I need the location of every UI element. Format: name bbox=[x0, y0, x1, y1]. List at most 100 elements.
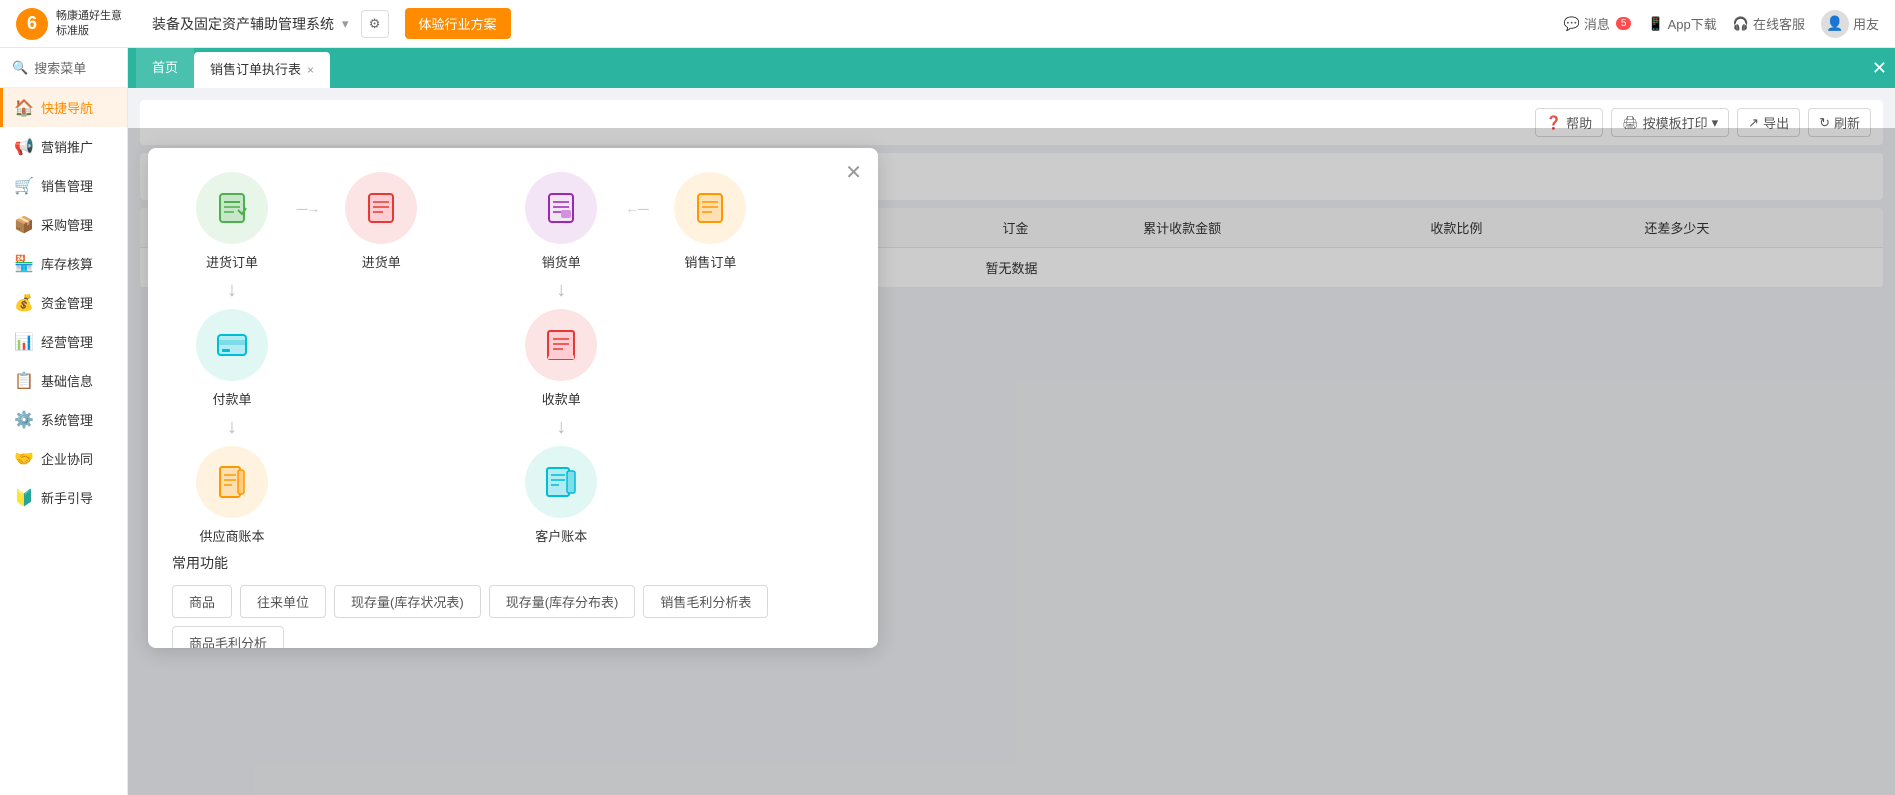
flow-receipt[interactable]: 收款单 bbox=[501, 309, 621, 408]
top-bar: 6 畅康通好生意 标准版 装备及固定资产辅助管理系统 ▾ ⚙ 体验行业方案 💬 … bbox=[0, 0, 1895, 48]
tab-bar: 首页 销售订单执行表 × ✕ bbox=[128, 48, 1895, 88]
sales-bill-icon bbox=[525, 172, 597, 244]
sidebar-item-operations[interactable]: 📊 经营管理 bbox=[0, 322, 127, 361]
tab-home[interactable]: 首页 bbox=[136, 48, 194, 88]
flow-supplier-ledger[interactable]: 供应商账本 bbox=[172, 446, 292, 545]
sales-order-label: 销售订单 bbox=[684, 252, 736, 271]
user-group[interactable]: 👤 用友 bbox=[1821, 10, 1879, 38]
settings-icon-btn[interactable]: ⚙ bbox=[361, 10, 389, 38]
system-title-section: 装备及固定资产辅助管理系统 ▾ ⚙ 体验行业方案 bbox=[152, 8, 511, 39]
receipt-label: 收款单 bbox=[542, 389, 581, 408]
logo-section: 6 畅康通好生意 标准版 bbox=[16, 8, 144, 40]
sales-order-icon bbox=[674, 172, 746, 244]
system-title: 装备及固定资产辅助管理系统 bbox=[152, 14, 334, 34]
app-download-label: App下载 bbox=[1668, 14, 1717, 33]
page-content: ❓ 帮助 🖨 按模板打印 ▾ ↗ 导出 ↻ bbox=[128, 88, 1895, 795]
modal-dialog: ✕ 进货订单 bbox=[148, 148, 878, 648]
tab-close-icon[interactable]: × bbox=[307, 52, 314, 88]
right-flow: 销售订单 bbox=[650, 172, 770, 271]
sidebar-label-sales: 销售管理 bbox=[41, 176, 93, 195]
message-label: 消息 bbox=[1584, 14, 1610, 33]
sidebar: 🔍 搜索菜单 🏠 快捷导航 📢 营销推广 🛒 销售管理 📦 采购管理 🏪 bbox=[0, 48, 128, 795]
sales-bill-label: 销货单 bbox=[542, 252, 581, 271]
sidebar-label-finance: 资金管理 bbox=[41, 293, 93, 312]
operations-icon: 📊 bbox=[15, 333, 33, 351]
online-service-group[interactable]: 🎧 在线客服 bbox=[1733, 14, 1805, 33]
flow-customer-ledger[interactable]: 客户账本 bbox=[501, 446, 621, 545]
newbie-icon: 🔰 bbox=[15, 489, 33, 507]
sidebar-label-basic: 基础信息 bbox=[41, 371, 93, 390]
purchase-bill-icon bbox=[345, 172, 417, 244]
enterprise-icon: 🤝 bbox=[15, 450, 33, 468]
left-flow: 进货订单 ↓ 付款单 bbox=[172, 172, 292, 545]
trial-button[interactable]: 体验行业方案 bbox=[405, 8, 511, 39]
payment-label: 付款单 bbox=[212, 389, 251, 408]
payment-icon bbox=[196, 309, 268, 381]
customer-ledger-label: 客户账本 bbox=[535, 526, 587, 545]
sidebar-label-quick-nav: 快捷导航 bbox=[41, 98, 93, 117]
purchase-icon: 📦 bbox=[15, 216, 33, 234]
system-icon: ⚙️ bbox=[15, 411, 33, 429]
common-functions: 常用功能 商品 往来单位 现存量(库存状况表) 现存量(库存分布表) 销售毛利分… bbox=[172, 553, 854, 648]
marketing-icon: 📢 bbox=[15, 138, 33, 156]
func-btn-product[interactable]: 商品 bbox=[172, 585, 232, 618]
sidebar-item-sales[interactable]: 🛒 销售管理 bbox=[0, 166, 127, 205]
sidebar-item-system[interactable]: ⚙️ 系统管理 bbox=[0, 400, 127, 439]
message-icon: 💬 bbox=[1564, 16, 1580, 32]
sidebar-label-system: 系统管理 bbox=[41, 410, 93, 429]
sidebar-label-operations: 经营管理 bbox=[41, 332, 93, 351]
message-badge: 5 bbox=[1616, 17, 1632, 30]
search-icon: 🔍 bbox=[12, 60, 28, 76]
active-tab-label: 销售订单执行表 bbox=[210, 52, 301, 88]
arrow-h-2-wrap: ← - - - - bbox=[621, 172, 650, 240]
sidebar-item-quick-nav[interactable]: 🏠 快捷导航 bbox=[0, 88, 127, 127]
func-btn-stock-status[interactable]: 现存量(库存状况表) bbox=[334, 585, 481, 618]
flow-purchase-bill[interactable]: 进货单 bbox=[321, 172, 441, 271]
func-btn-stock-dist[interactable]: 现存量(库存分布表) bbox=[489, 585, 636, 618]
mid-right-flow: 销货单 ↓ 收款单 ↓ bbox=[501, 172, 621, 545]
sidebar-item-enterprise[interactable]: 🤝 企业协同 bbox=[0, 439, 127, 478]
sidebar-label-marketing: 营销推广 bbox=[41, 137, 93, 156]
arrow-v-1: ↓ bbox=[196, 275, 268, 305]
sidebar-search[interactable]: 🔍 搜索菜单 bbox=[0, 48, 127, 88]
modal-overlay[interactable]: ✕ 进货订单 bbox=[128, 128, 1895, 795]
flow-purchase-order[interactable]: 进货订单 bbox=[172, 172, 292, 271]
arrow-v-4: ↓ bbox=[525, 412, 597, 442]
search-label: 搜索菜单 bbox=[34, 58, 86, 77]
sidebar-item-basic[interactable]: 📋 基础信息 bbox=[0, 361, 127, 400]
arrow-h-1-wrap: - - - - → bbox=[292, 172, 321, 240]
sidebar-item-purchase[interactable]: 📦 采购管理 bbox=[0, 205, 127, 244]
func-btn-product-profit[interactable]: 商品毛利分析 bbox=[172, 626, 284, 648]
message-group[interactable]: 💬 消息 5 bbox=[1564, 14, 1632, 33]
sidebar-label-enterprise: 企业协同 bbox=[41, 449, 93, 468]
tab-sales-execution[interactable]: 销售订单执行表 × bbox=[194, 52, 330, 88]
app-wrapper: 6 畅康通好生意 标准版 装备及固定资产辅助管理系统 ▾ ⚙ 体验行业方案 💬 … bbox=[0, 0, 1895, 795]
tab-bar-close-icon[interactable]: ✕ bbox=[1872, 58, 1887, 79]
online-service-label: 在线客服 bbox=[1753, 14, 1805, 33]
supplier-ledger-label: 供应商账本 bbox=[199, 526, 264, 545]
sidebar-item-finance[interactable]: 💰 资金管理 bbox=[0, 283, 127, 322]
arrow-h-2: ← - - - - bbox=[621, 200, 650, 216]
customer-ledger-icon bbox=[525, 446, 597, 518]
supplier-ledger-icon bbox=[196, 446, 268, 518]
main-area: 🔍 搜索菜单 🏠 快捷导航 📢 营销推广 🛒 销售管理 📦 采购管理 🏪 bbox=[0, 48, 1895, 795]
func-btn-partner[interactable]: 往来单位 bbox=[240, 585, 326, 618]
flow-sales-bill[interactable]: 销货单 bbox=[501, 172, 621, 271]
sales-icon: 🛒 bbox=[15, 177, 33, 195]
inventory-icon: 🏪 bbox=[15, 255, 33, 273]
sidebar-label-inventory: 库存核算 bbox=[41, 254, 93, 273]
logo-icon: 6 bbox=[16, 8, 48, 40]
sidebar-item-newbie[interactable]: 🔰 新手引导 bbox=[0, 478, 127, 517]
sidebar-item-marketing[interactable]: 📢 营销推广 bbox=[0, 127, 127, 166]
sidebar-item-inventory[interactable]: 🏪 库存核算 bbox=[0, 244, 127, 283]
sidebar-label-purchase: 采购管理 bbox=[41, 215, 93, 234]
flow-payment[interactable]: 付款单 bbox=[172, 309, 292, 408]
avatar: 👤 bbox=[1821, 10, 1849, 38]
modal-close-btn[interactable]: ✕ bbox=[845, 160, 862, 185]
flow-sales-order[interactable]: 销售订单 bbox=[650, 172, 770, 271]
home-icon: 🏠 bbox=[15, 99, 33, 117]
app-download-group[interactable]: 📱 App下载 bbox=[1647, 14, 1716, 33]
service-icon: 🎧 bbox=[1733, 16, 1749, 32]
dropdown-arrow-icon[interactable]: ▾ bbox=[342, 16, 349, 32]
func-btn-sales-profit[interactable]: 销售毛利分析表 bbox=[643, 585, 768, 618]
